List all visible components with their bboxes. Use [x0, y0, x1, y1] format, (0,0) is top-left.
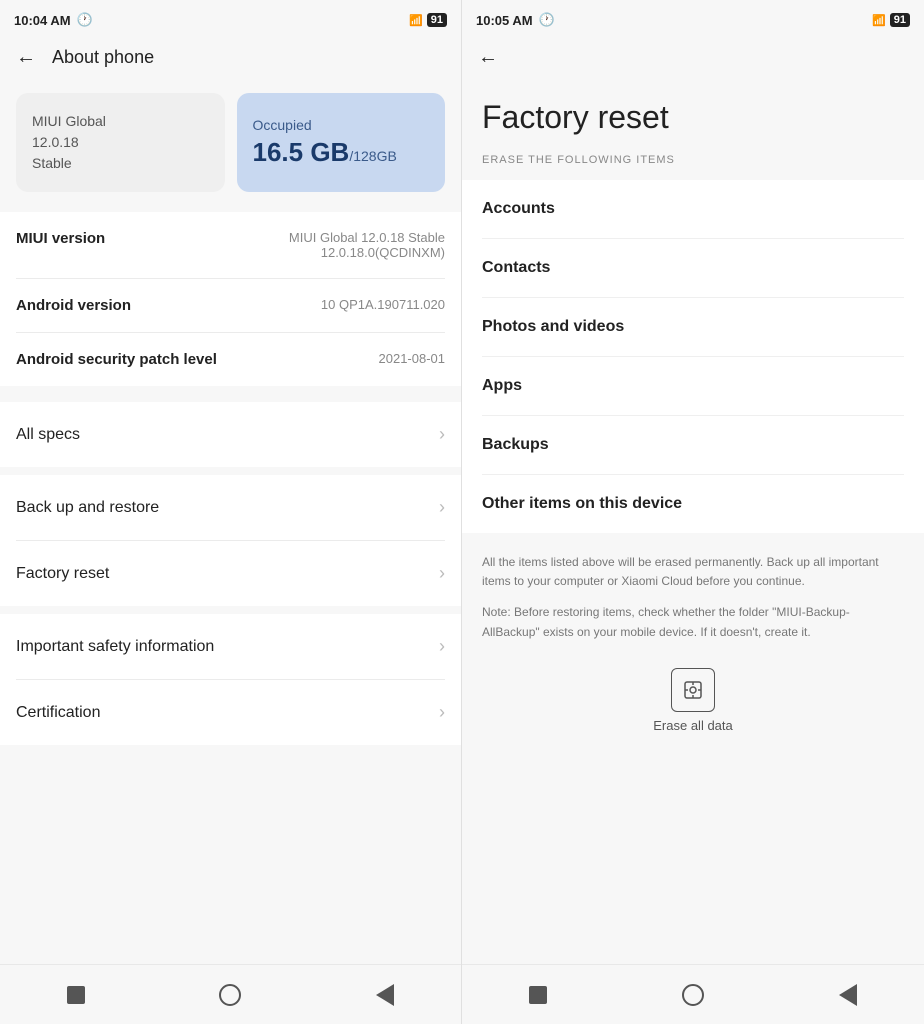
miui-info-card: MIUI Global 12.0.18 Stable [16, 93, 225, 192]
nav-label-safety: Important safety information [16, 638, 214, 656]
nav-row-factory-reset[interactable]: Factory reset › [16, 541, 445, 606]
storage-label: Occupied [253, 117, 430, 133]
recent-apps-button-right[interactable] [529, 986, 547, 1004]
battery-badge-right: 91 [890, 13, 910, 27]
miui-card-area: MIUI Global 12.0.18 Stable Occupied 16.5… [0, 79, 461, 212]
battery-badge-left: 91 [427, 13, 447, 27]
signal-icon-right: 📶 [872, 14, 886, 27]
home-icon-right [682, 984, 704, 1006]
erase-item-photos: Photos and videos [482, 298, 904, 357]
nav-bar-left [0, 964, 461, 1024]
back-button-nav-left[interactable] [376, 984, 394, 1006]
nav-row-backup[interactable]: Back up and restore › [16, 475, 445, 541]
content-left: MIUI Global 12.0.18 Stable Occupied 16.5… [0, 79, 461, 964]
nav-section-left: All specs › [0, 402, 461, 467]
security-patch-value: 2021-08-01 [231, 351, 446, 366]
erase-item-contacts: Contacts [482, 239, 904, 298]
time-right: 10:05 AM [476, 13, 533, 28]
nav-row-all-specs[interactable]: All specs › [16, 402, 445, 467]
storage-total: /128GB [349, 148, 396, 164]
erase-item-accounts: Accounts [482, 180, 904, 239]
status-icons-left: 📶 91 [409, 13, 447, 27]
signal-icon-left: 📶 [409, 14, 423, 27]
nav-row-safety[interactable]: Important safety information › [16, 614, 445, 680]
time-left: 10:04 AM [14, 13, 71, 28]
home-button-right[interactable] [682, 984, 704, 1006]
nav-section-safety: Important safety information › Certifica… [0, 614, 461, 745]
square-icon-left [67, 986, 85, 1004]
miui-version-row: MIUI version MIUI Global 12.0.18 Stable … [16, 212, 445, 279]
nav-label-all-specs: All specs [16, 426, 80, 444]
back-button-right[interactable]: ← [478, 46, 498, 69]
erase-item-apps: Apps [482, 357, 904, 416]
storage-value: 16.5 GB [253, 137, 350, 167]
right-content: Factory reset ERASE THE FOLLOWING ITEMS … [462, 79, 924, 964]
nav-row-certification[interactable]: Certification › [16, 680, 445, 745]
android-version-label: Android version [16, 297, 231, 314]
erase-item-other: Other items on this device [482, 475, 904, 533]
security-patch-row: Android security patch level 2021-08-01 [16, 333, 445, 386]
page-header-right: ← [462, 36, 924, 79]
erase-all-label: Erase all data [653, 718, 733, 733]
alarm-icon-right: 🕐 [539, 12, 555, 28]
factory-reset-title: Factory reset [462, 79, 924, 146]
status-bar-left: 10:04 AM 🕐 📶 91 [0, 0, 461, 36]
chevron-safety: › [439, 636, 445, 657]
warning-text-2: Note: Before restoring items, check whet… [482, 603, 904, 641]
erase-label: ERASE THE FOLLOWING ITEMS [462, 146, 924, 180]
status-bar-right: 10:05 AM 🕐 📶 91 [462, 0, 924, 36]
chevron-factory-reset: › [439, 563, 445, 584]
erase-icon-box [671, 668, 715, 712]
nav-section-backup: Back up and restore › Factory reset › [0, 475, 461, 606]
storage-value-row: 16.5 GB/128GB [253, 137, 430, 168]
right-panel: 10:05 AM 🕐 📶 91 ← Factory reset ERASE TH… [462, 0, 924, 1024]
nav-bar-right [462, 964, 924, 1024]
miui-info-text: MIUI Global 12.0.18 Stable [32, 111, 209, 174]
page-header-left: ← About phone [0, 36, 461, 79]
warning-text-area: All the items listed above will be erase… [462, 533, 924, 652]
home-icon-left [219, 984, 241, 1006]
chevron-all-specs: › [439, 424, 445, 445]
back-icon-left [376, 984, 394, 1006]
miui-version-value: MIUI Global 12.0.18 Stable 12.0.18.0(QCD… [231, 230, 446, 260]
info-section: MIUI version MIUI Global 12.0.18 Stable … [0, 212, 461, 386]
back-icon-right [839, 984, 857, 1006]
home-button-left[interactable] [219, 984, 241, 1006]
alarm-icon-left: 🕐 [77, 12, 93, 28]
miui-storage-card: Occupied 16.5 GB/128GB [237, 93, 446, 192]
page-title-left: About phone [52, 47, 154, 68]
warning-text-1: All the items listed above will be erase… [482, 553, 904, 591]
android-version-row: Android version 10 QP1A.190711.020 [16, 279, 445, 333]
back-button-left[interactable]: ← [16, 46, 36, 69]
chevron-certification: › [439, 702, 445, 723]
erase-item-backups: Backups [482, 416, 904, 475]
nav-label-certification: Certification [16, 704, 100, 722]
erase-all-button[interactable]: Erase all data [462, 652, 924, 743]
security-patch-label: Android security patch level [16, 351, 231, 368]
nav-label-factory-reset: Factory reset [16, 565, 109, 583]
miui-version-label: MIUI version [16, 230, 231, 247]
back-button-nav-right[interactable] [839, 984, 857, 1006]
left-panel: 10:04 AM 🕐 📶 91 ← About phone MIUI Globa… [0, 0, 462, 1024]
recent-apps-button-left[interactable] [67, 986, 85, 1004]
square-icon-right [529, 986, 547, 1004]
status-icons-right: 📶 91 [872, 13, 910, 27]
chevron-backup: › [439, 497, 445, 518]
erase-icon [682, 679, 704, 701]
android-version-value: 10 QP1A.190711.020 [231, 297, 446, 312]
erase-items-section: Accounts Contacts Photos and videos Apps… [462, 180, 924, 533]
nav-label-backup: Back up and restore [16, 499, 159, 517]
